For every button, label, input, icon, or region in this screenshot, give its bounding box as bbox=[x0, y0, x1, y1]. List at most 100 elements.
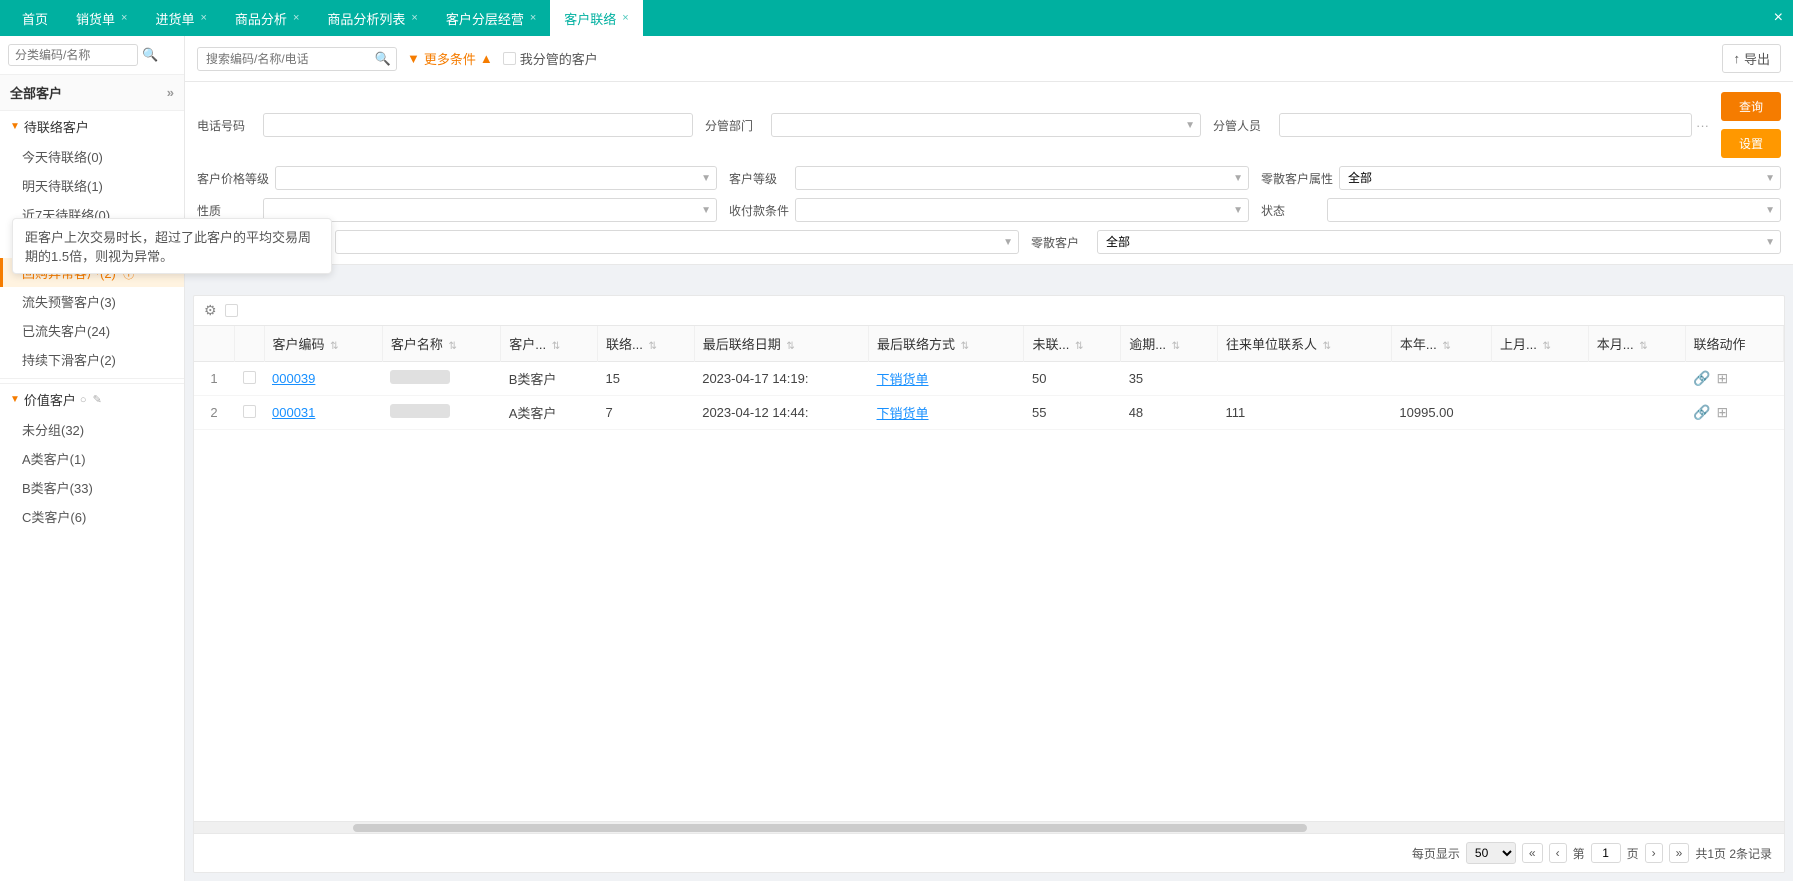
col-unit-contacts: 往来单位联系人 ⇅ bbox=[1217, 326, 1391, 362]
row1-contact-icon[interactable]: 🔗 bbox=[1693, 370, 1710, 387]
category-search-icon[interactable]: 🔍 bbox=[142, 47, 158, 63]
this-year-sort-icon[interactable]: ⇅ bbox=[1442, 341, 1450, 352]
category-search-input[interactable] bbox=[8, 44, 138, 66]
query-button[interactable]: 查询 bbox=[1721, 92, 1781, 121]
gender-select[interactable] bbox=[263, 198, 717, 222]
status-select-wrap: ▼ bbox=[1327, 198, 1781, 222]
sidebar-item-ungroups[interactable]: 未分组(32) bbox=[0, 415, 184, 444]
nav-purchase[interactable]: 进货单 × bbox=[141, 0, 220, 36]
row1-check[interactable] bbox=[243, 371, 256, 384]
sidebar-collapse-icon[interactable]: » bbox=[167, 85, 174, 100]
row1-this-year bbox=[1391, 362, 1491, 396]
row1-overdue: 35 bbox=[1121, 362, 1218, 396]
more-conditions-btn[interactable]: ▼ 更多条件 ▲ bbox=[407, 49, 493, 68]
window-close-button[interactable]: × bbox=[1774, 9, 1783, 27]
value-customer-group[interactable]: ▼ 价值客户 ○ ✎ bbox=[0, 383, 184, 415]
export-button[interactable]: ↑ 导出 bbox=[1722, 44, 1781, 73]
first-page-button[interactable]: « bbox=[1522, 843, 1543, 863]
pending-sort-icon[interactable]: ⇅ bbox=[1075, 341, 1083, 352]
row1-index: 1 bbox=[194, 362, 234, 396]
price-level-select[interactable] bbox=[275, 166, 717, 190]
col-last-date: 最后联络日期 ⇅ bbox=[694, 326, 868, 362]
next-page-button[interactable]: › bbox=[1645, 843, 1663, 863]
unit-contacts-sort-icon[interactable]: ⇅ bbox=[1323, 341, 1331, 352]
col-overdue: 逾期... ⇅ bbox=[1121, 326, 1218, 362]
sidebar-item-today[interactable]: 今天待联络(0) bbox=[0, 142, 184, 171]
status-select[interactable] bbox=[1327, 198, 1781, 222]
close-customer-layered-tab[interactable]: × bbox=[530, 12, 536, 24]
name-sort-icon[interactable]: ⇅ bbox=[449, 341, 457, 352]
dept-label: 分管部门 bbox=[705, 117, 765, 134]
close-sales-tab[interactable]: × bbox=[121, 12, 127, 24]
row1-checkbox[interactable] bbox=[234, 362, 264, 396]
nav-product-analysis[interactable]: 商品分析 × bbox=[221, 0, 313, 36]
sidebar-item-declining[interactable]: 持续下滑客户(2) bbox=[0, 345, 184, 374]
this-month-sort-icon[interactable]: ⇅ bbox=[1639, 341, 1647, 352]
manager-dots[interactable]: ··· bbox=[1696, 118, 1709, 133]
close-purchase-tab[interactable]: × bbox=[200, 12, 206, 24]
contact-sort-icon[interactable]: ⇅ bbox=[648, 341, 656, 352]
dept-select[interactable] bbox=[771, 113, 1201, 137]
set-button[interactable]: 设置 bbox=[1721, 129, 1781, 158]
pending-contact-group[interactable]: ▼ 待联络客户 bbox=[0, 111, 184, 142]
sidebar-item-lost-warning[interactable]: 流失预警客户(3) bbox=[0, 287, 184, 316]
customer-level-select[interactable] bbox=[795, 166, 1249, 190]
nav-sales[interactable]: 销货单 × bbox=[62, 0, 141, 36]
customer-type-field: 客户类型 ▼ bbox=[269, 230, 1019, 254]
row2-checkbox[interactable] bbox=[234, 396, 264, 430]
close-product-analysis-list-tab[interactable]: × bbox=[411, 12, 417, 24]
table-scroll-wrap[interactable]: 客户编码 ⇅ 客户名称 ⇅ 客户... ⇅ bbox=[194, 326, 1784, 821]
close-customer-contact-tab[interactable]: × bbox=[622, 12, 628, 24]
sidebar-search-area: 🔍 bbox=[0, 36, 184, 75]
row2-more-icon[interactable]: ⊞ bbox=[1716, 404, 1728, 421]
row1-code[interactable]: 000039 bbox=[264, 362, 382, 396]
sidebar-item-b-class[interactable]: B类客户(33) bbox=[0, 473, 184, 502]
table-settings-icon[interactable]: ⚙ bbox=[204, 302, 217, 319]
scroll-thumb[interactable] bbox=[353, 824, 1307, 832]
manager-input[interactable] bbox=[1279, 113, 1692, 137]
close-product-analysis-tab[interactable]: × bbox=[293, 12, 299, 24]
row2-contact-icon[interactable]: 🔗 bbox=[1693, 404, 1710, 421]
nav-home[interactable]: 首页 bbox=[8, 0, 62, 36]
col-name: 客户名称 ⇅ bbox=[382, 326, 500, 362]
sidebar-item-c-class[interactable]: C类客户(6) bbox=[0, 502, 184, 531]
payment-select[interactable] bbox=[795, 198, 1249, 222]
value-edit-icon[interactable]: ✎ bbox=[93, 393, 102, 406]
page-number-input[interactable] bbox=[1591, 843, 1621, 863]
nav-product-analysis-list[interactable]: 商品分析列表 × bbox=[313, 0, 431, 36]
gender-label: 性质 bbox=[197, 202, 257, 219]
manager-field: 分管人员 ··· bbox=[1213, 113, 1709, 137]
select-all-checkbox[interactable] bbox=[225, 304, 238, 317]
level-sort-icon[interactable]: ⇅ bbox=[552, 341, 560, 352]
retail-customer-select[interactable]: 全部 bbox=[1097, 230, 1781, 254]
retail-attr-select[interactable]: 全部 bbox=[1339, 166, 1781, 190]
phone-input[interactable] bbox=[263, 113, 693, 137]
per-page-label: 每页显示 bbox=[1412, 845, 1460, 862]
last-date-sort-icon[interactable]: ⇅ bbox=[786, 341, 794, 352]
row1-more-icon[interactable]: ⊞ bbox=[1716, 370, 1728, 387]
nav-customer-layered[interactable]: 客户分层经营 × bbox=[432, 0, 550, 36]
all-customers-header[interactable]: 全部客户 » bbox=[0, 75, 184, 111]
sidebar-item-a-class[interactable]: A类客户(1) bbox=[0, 444, 184, 473]
row2-code[interactable]: 000031 bbox=[264, 396, 382, 430]
last-month-sort-icon[interactable]: ⇅ bbox=[1543, 341, 1551, 352]
my-customers-checkbox[interactable]: 我分管的客户 bbox=[503, 49, 598, 68]
customer-type-select[interactable] bbox=[335, 230, 1019, 254]
last-method-sort-icon[interactable]: ⇅ bbox=[961, 341, 969, 352]
my-customers-check[interactable] bbox=[503, 52, 516, 65]
sidebar-item-lost[interactable]: 已流失客户(24) bbox=[0, 316, 184, 345]
code-sort-icon[interactable]: ⇅ bbox=[330, 341, 338, 352]
last-page-button[interactable]: » bbox=[1669, 843, 1690, 863]
row2-last-method[interactable]: 下销货单 bbox=[869, 396, 1024, 430]
prev-page-button[interactable]: ‹ bbox=[1549, 843, 1567, 863]
sidebar-item-tomorrow[interactable]: 明天待联络(1) bbox=[0, 171, 184, 200]
row1-last-method[interactable]: 下销货单 bbox=[869, 362, 1024, 396]
row1-action: 🔗 ⊞ bbox=[1685, 362, 1784, 396]
nav-customer-contact[interactable]: 客户联络 × bbox=[550, 0, 642, 36]
row2-check[interactable] bbox=[243, 405, 256, 418]
main-search-input[interactable] bbox=[197, 47, 397, 71]
col-pending: 未联... ⇅ bbox=[1024, 326, 1121, 362]
per-page-select[interactable]: 50 bbox=[1466, 842, 1516, 864]
horizontal-scrollbar[interactable] bbox=[194, 821, 1784, 833]
overdue-sort-icon[interactable]: ⇅ bbox=[1172, 341, 1180, 352]
